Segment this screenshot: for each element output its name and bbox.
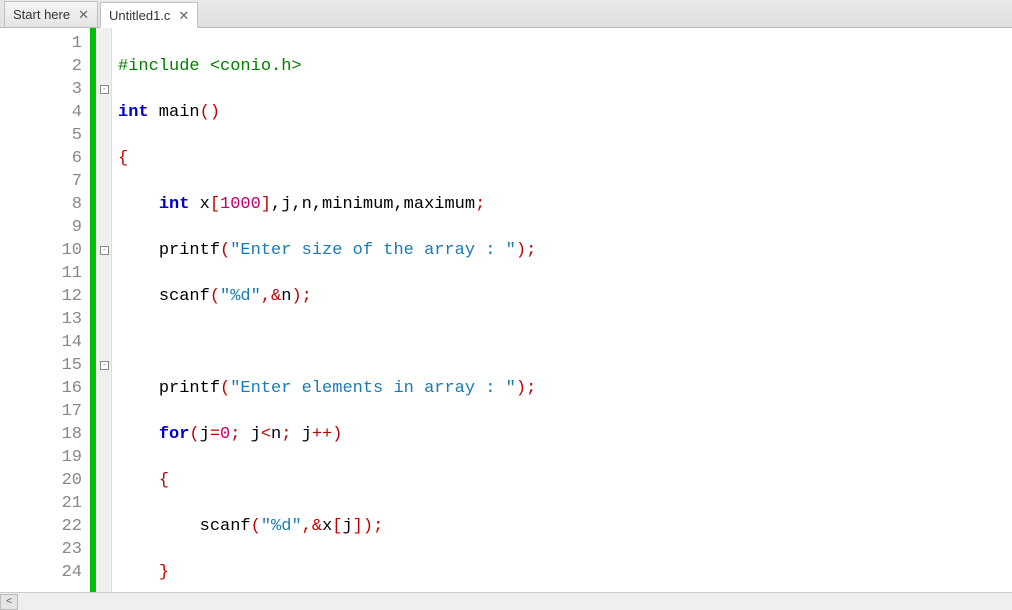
operator: ;: [373, 517, 383, 536]
operator: <: [261, 425, 271, 444]
operator: ,: [302, 517, 312, 536]
bracket: [: [210, 195, 220, 214]
operator: ;: [281, 425, 291, 444]
bracket: (: [189, 425, 199, 444]
operator: &: [312, 517, 322, 536]
fold-toggle-icon[interactable]: -: [100, 361, 109, 370]
operator: ,: [261, 287, 271, 306]
bracket: [: [332, 517, 342, 536]
code-content[interactable]: #include <conio.h> int main() { int x[10…: [112, 28, 1012, 592]
operator: ;: [475, 195, 485, 214]
string: "Enter elements in array : ": [230, 379, 516, 398]
preprocessor-line: #include <conio.h>: [118, 57, 302, 76]
brace: {: [159, 471, 169, 490]
fold-toggle-icon[interactable]: -: [100, 246, 109, 255]
keyword: int: [118, 103, 149, 122]
bracket: ): [291, 287, 301, 306]
bracket: ): [516, 241, 526, 260]
identifier: x: [322, 517, 332, 536]
function: printf: [159, 241, 220, 260]
bracket: (: [220, 241, 230, 260]
function: scanf: [200, 517, 251, 536]
operator: ;: [302, 287, 312, 306]
tab-bar: Start here ✕ Untitled1.c ✕: [0, 0, 1012, 28]
fold-toggle-icon[interactable]: -: [100, 85, 109, 94]
tab-label: Start here: [13, 7, 70, 22]
keyword: for: [159, 425, 190, 444]
bracket: (: [251, 517, 261, 536]
horizontal-scrollbar[interactable]: <: [0, 592, 1012, 610]
line-number-gutter: 123456789101112131415161718192021222324: [0, 28, 90, 592]
fold-column: - - -: [98, 28, 112, 592]
operator: ;: [230, 425, 240, 444]
function: scanf: [159, 287, 210, 306]
string: "%d": [261, 517, 302, 536]
identifier: n: [271, 425, 281, 444]
identifier: j: [291, 425, 311, 444]
bracket: ]: [261, 195, 271, 214]
tab-label: Untitled1.c: [109, 8, 170, 23]
operator: ;: [526, 379, 536, 398]
identifier: x: [189, 195, 209, 214]
bracket: (: [220, 379, 230, 398]
brace: {: [118, 149, 128, 168]
number: 1000: [220, 195, 261, 214]
scroll-left-icon[interactable]: <: [0, 594, 18, 610]
bracket: (: [210, 287, 220, 306]
operator: =: [210, 425, 220, 444]
identifier: j: [342, 517, 352, 536]
bracket: ): [516, 379, 526, 398]
identifier: j: [240, 425, 260, 444]
keyword: int: [159, 195, 190, 214]
close-icon[interactable]: ✕: [78, 8, 89, 21]
tab-untitled1[interactable]: Untitled1.c ✕: [100, 2, 198, 28]
close-icon[interactable]: ✕: [178, 9, 189, 22]
tab-start-here[interactable]: Start here ✕: [4, 1, 98, 27]
function: printf: [159, 379, 220, 398]
change-indicator-bar: [90, 28, 96, 592]
bracket: ]): [353, 517, 373, 536]
brace: }: [159, 563, 169, 582]
number: 0: [220, 425, 230, 444]
bracket: ++): [312, 425, 343, 444]
string: "%d": [220, 287, 261, 306]
operator: &: [271, 287, 281, 306]
identifier: n: [281, 287, 291, 306]
identifier: j: [200, 425, 210, 444]
code-editor[interactable]: 123456789101112131415161718192021222324 …: [0, 28, 1012, 592]
identifier: main: [149, 103, 200, 122]
string: "Enter size of the array : ": [230, 241, 516, 260]
bracket: (): [200, 103, 220, 122]
identifier: ,j,n,minimum,maximum: [271, 195, 475, 214]
operator: ;: [526, 241, 536, 260]
